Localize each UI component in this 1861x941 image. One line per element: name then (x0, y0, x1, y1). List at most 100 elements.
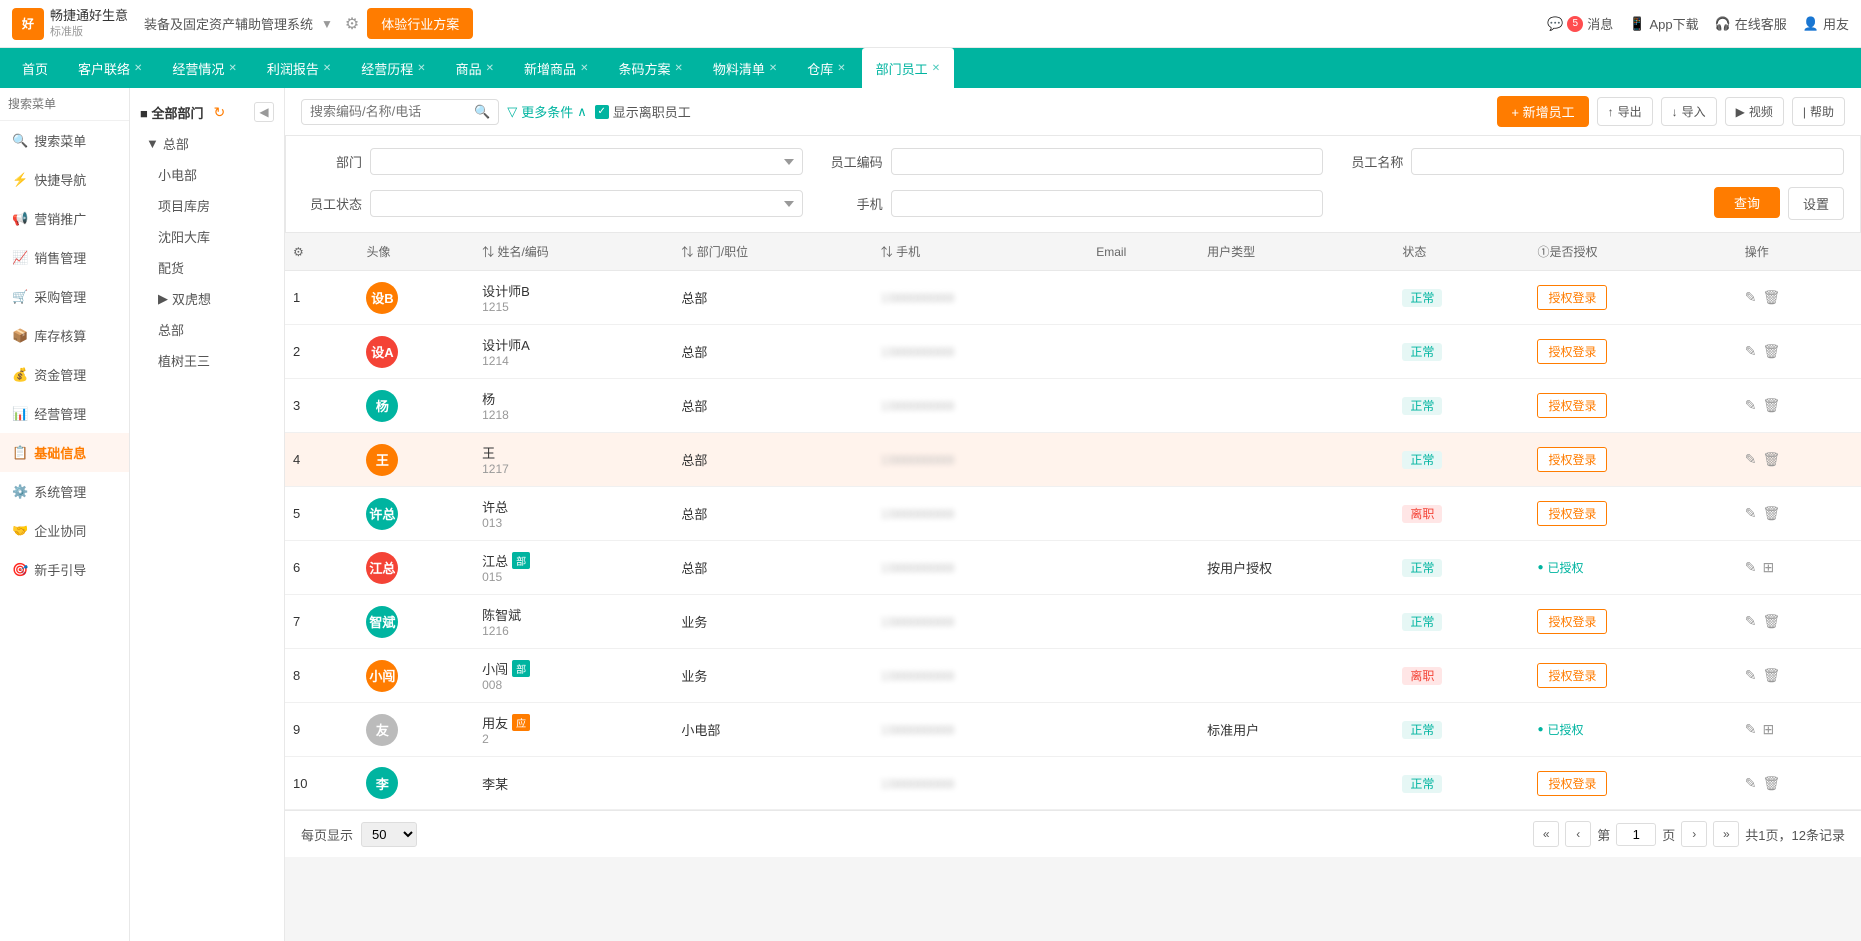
tab-profit[interactable]: 利润报告✕ (253, 48, 345, 88)
close-icon[interactable]: ✕ (228, 63, 236, 74)
sidebar-item-nav[interactable]: ⚡ 快捷导航 (0, 160, 129, 199)
sidebar-item-system[interactable]: ⚙️ 系统管理 (0, 472, 129, 511)
import-button[interactable]: ↓ 导入 (1661, 97, 1717, 126)
edit-icon[interactable]: ✎ (1745, 559, 1757, 576)
auth-button[interactable]: 授权登录 (1537, 447, 1607, 472)
per-page-select[interactable]: 50 100 200 (361, 822, 417, 847)
sidebar-item-marketing[interactable]: 📢 营销推广 (0, 199, 129, 238)
col-dept[interactable]: ⇅ 部门/职位 (673, 233, 872, 271)
more-filter-btn[interactable]: ▽ 更多条件 ∧ (507, 102, 587, 121)
export-button[interactable]: ↑ 导出 (1597, 97, 1653, 126)
page-number-input[interactable] (1616, 823, 1656, 846)
auth-button[interactable]: 授权登录 (1537, 771, 1607, 796)
delete-icon[interactable]: 🗑 (1763, 289, 1781, 306)
phone-input[interactable] (891, 190, 1324, 217)
delete-icon[interactable]: 🗑 (1763, 667, 1781, 684)
delete-icon[interactable]: 🗑 (1763, 505, 1781, 522)
col-phone[interactable]: ⇅ 手机 (873, 233, 1089, 271)
settings-button[interactable]: 设置 (1788, 187, 1844, 220)
sidebar-search[interactable]: 🔍 (0, 88, 129, 121)
edit-icon[interactable]: ✎ (1745, 667, 1757, 684)
close-icon[interactable]: ✕ (837, 63, 845, 74)
tab-home[interactable]: 首页 (8, 48, 62, 88)
tab-barcode[interactable]: 条码方案✕ (604, 48, 696, 88)
close-icon[interactable]: ✕ (674, 63, 682, 74)
edit-icon[interactable]: ✎ (1745, 613, 1757, 630)
sidebar-item-search[interactable]: 🔍 搜索菜单 (0, 121, 129, 160)
dept-item-zongbu[interactable]: 总部 (130, 314, 284, 345)
edit-icon[interactable]: ✎ (1745, 343, 1757, 360)
tab-bom[interactable]: 物料清单✕ (699, 48, 791, 88)
sidebar-item-purchase[interactable]: 🛒 采购管理 (0, 277, 129, 316)
show-resigned-toggle[interactable]: ✓ 显示离职员工 (595, 102, 691, 121)
sidebar-item-ops[interactable]: 📊 经营管理 (0, 394, 129, 433)
edit-icon[interactable]: ✎ (1745, 289, 1757, 306)
app-download-btn[interactable]: 📱 App下载 (1629, 14, 1698, 33)
messages-btn[interactable]: 💬 5 消息 (1547, 14, 1613, 33)
close-icon[interactable]: ✕ (417, 63, 425, 74)
dropdown-arrow[interactable]: ▼ (321, 17, 333, 31)
auth-button[interactable]: 授权登录 (1537, 339, 1607, 364)
user-btn[interactable]: 👤 用友 (1803, 14, 1849, 33)
dept-item-project[interactable]: 项目库房 (130, 190, 284, 221)
emp-name-input[interactable] (1411, 148, 1844, 175)
delete-icon[interactable]: 🗑 (1763, 613, 1781, 630)
gear-btn[interactable]: ⚙ (345, 14, 359, 34)
tab-history[interactable]: 经营历程✕ (347, 48, 439, 88)
help-button[interactable]: | 帮助 (1792, 97, 1845, 126)
auth-button[interactable]: 授权登录 (1537, 609, 1607, 634)
next-page-btn[interactable]: › (1681, 821, 1707, 847)
sidebar-item-collab[interactable]: 🤝 企业协同 (0, 511, 129, 550)
delete-icon[interactable]: 🗑 (1763, 775, 1781, 792)
tab-new-goods[interactable]: 新增商品✕ (510, 48, 602, 88)
first-page-btn[interactable]: « (1533, 821, 1559, 847)
delete-icon[interactable]: 🗑 (1763, 397, 1781, 414)
emp-code-input[interactable] (891, 148, 1324, 175)
search-button[interactable]: 查询 (1714, 187, 1780, 218)
edit-icon[interactable]: ✎ (1745, 721, 1757, 738)
edit-icon[interactable]: ✎ (1745, 397, 1757, 414)
dept-filter-select[interactable] (370, 148, 803, 175)
dept-item-headquarters[interactable]: ▼ 总部 (130, 128, 284, 159)
auth-button[interactable]: 授权登录 (1537, 663, 1607, 688)
edit-icon[interactable]: ✎ (1745, 775, 1757, 792)
copy-icon[interactable]: ⊞ (1763, 721, 1775, 738)
dept-item-shenyang[interactable]: 沈阳大库 (130, 221, 284, 252)
close-icon[interactable]: ✕ (323, 63, 331, 74)
add-employee-button[interactable]: + 新增员工 (1497, 96, 1588, 127)
sidebar-search-input[interactable] (8, 97, 130, 111)
auth-button[interactable]: 授权登录 (1537, 393, 1607, 418)
dept-item-zhishu[interactable]: 植树王三 (130, 345, 284, 376)
trial-button[interactable]: 体验行业方案 (367, 8, 473, 39)
sidebar-item-inventory[interactable]: 📦 库存核算 (0, 316, 129, 355)
tab-warehouse[interactable]: 仓库✕ (793, 48, 859, 88)
prev-page-btn[interactable]: ‹ (1565, 821, 1591, 847)
dept-item-shuanghu[interactable]: ▶ 双虎想 (130, 283, 284, 314)
dept-item-distribution[interactable]: 配货 (130, 252, 284, 283)
sidebar-item-finance[interactable]: 💰 资金管理 (0, 355, 129, 394)
dept-item-xiaodibu[interactable]: 小电部 (130, 159, 284, 190)
close-icon[interactable]: ✕ (580, 63, 588, 74)
collapse-tree-btn[interactable]: ◀ (254, 102, 274, 122)
edit-icon[interactable]: ✎ (1745, 451, 1757, 468)
tab-goods[interactable]: 商品✕ (442, 48, 508, 88)
search-box[interactable]: 🔍 (301, 99, 499, 125)
tab-operation[interactable]: 经营情况✕ (158, 48, 250, 88)
online-service-btn[interactable]: 🎧 在线客服 (1715, 14, 1787, 33)
auth-button[interactable]: 授权登录 (1537, 501, 1607, 526)
col-name[interactable]: ⇅ 姓名/编码 (474, 233, 673, 271)
emp-status-select[interactable] (370, 190, 803, 217)
sidebar-item-basic[interactable]: 📋 基础信息 (0, 433, 129, 472)
tab-employees[interactable]: 部门员工✕ (862, 48, 954, 88)
edit-icon[interactable]: ✎ (1745, 505, 1757, 522)
col-settings[interactable]: ⚙ (285, 233, 358, 271)
tab-customer[interactable]: 客户联络✕ (64, 48, 156, 88)
last-page-btn[interactable]: » (1713, 821, 1739, 847)
delete-icon[interactable]: 🗑 (1763, 451, 1781, 468)
close-icon[interactable]: ✕ (134, 63, 142, 74)
sidebar-item-guide[interactable]: 🎯 新手引导 (0, 550, 129, 589)
video-button[interactable]: ▶ 视频 (1725, 97, 1784, 126)
copy-icon[interactable]: ⊞ (1763, 559, 1775, 576)
close-icon[interactable]: ✕ (932, 63, 940, 74)
delete-icon[interactable]: 🗑 (1763, 343, 1781, 360)
